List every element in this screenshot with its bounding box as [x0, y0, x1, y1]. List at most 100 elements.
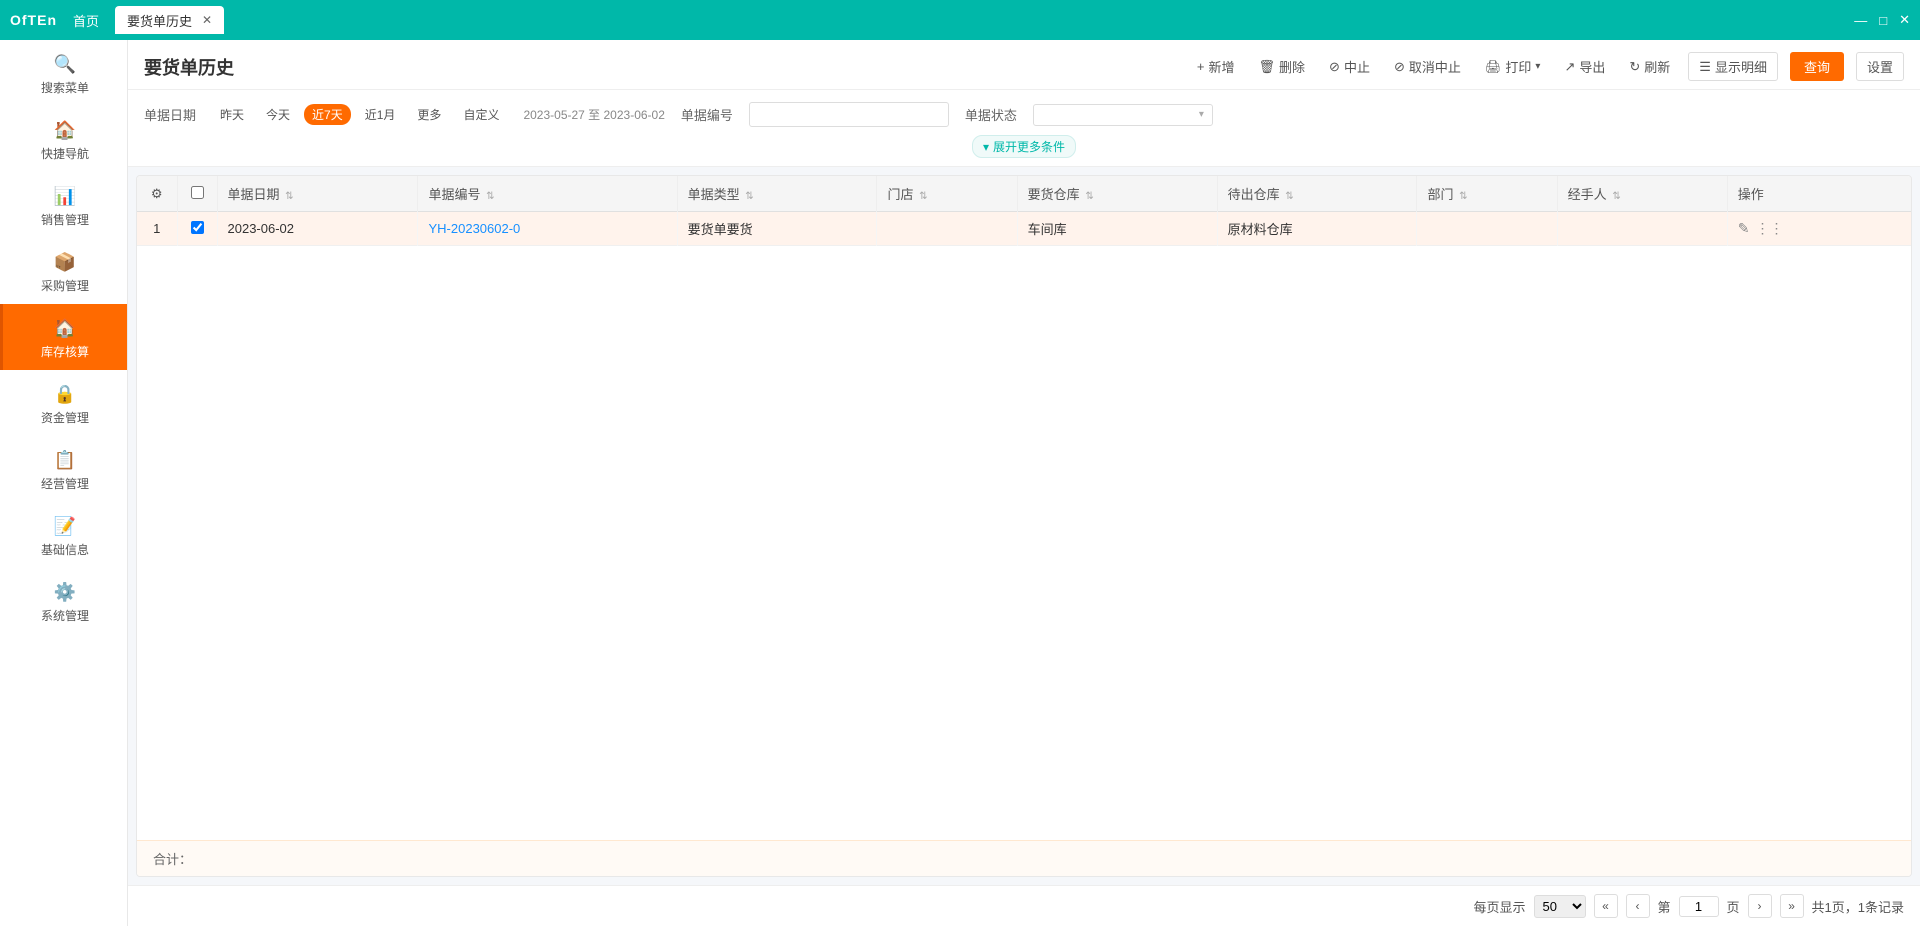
content-area: 要货单历史 + 新增 🗑 删除 ⊘ 中止 ⊘ 取消中止 — [128, 40, 1920, 926]
sidebar-label-inventory: 库存核算 — [41, 343, 89, 360]
docno-col-header: 单据编号 ⇅ — [418, 176, 677, 212]
brand-logo: OfTEn — [10, 12, 57, 28]
show-detail-icon: ☰ — [1699, 59, 1711, 75]
row-dept-cell — [1417, 212, 1557, 246]
export-icon: ↗ — [1564, 59, 1575, 75]
sidebar-item-finance[interactable]: 🔒 资金管理 — [0, 370, 127, 436]
show-detail-label: 显示明细 — [1715, 57, 1767, 76]
prev-page-button[interactable]: ‹ — [1626, 894, 1650, 918]
last-page-button[interactable]: » — [1780, 894, 1804, 918]
export-button[interactable]: ↗ 导出 — [1558, 53, 1611, 80]
stop-label: 中止 — [1344, 57, 1370, 76]
expand-conditions-button[interactable]: ▾ 展开更多条件 — [972, 135, 1076, 158]
row-more-icon[interactable]: ⋮⋮ — [1755, 220, 1783, 237]
filter-area: 单据日期 昨天 今天 近7天 近1月 更多 自定义 2023-05-27 至 2… — [128, 90, 1920, 167]
docno-sort-icon[interactable]: ⇅ — [486, 191, 494, 202]
maximize-icon[interactable]: □ — [1879, 13, 1887, 28]
table-row[interactable]: 1 2023-06-02 YH-20230602-0 要货单要货 — [137, 212, 1911, 246]
dept-sort-icon[interactable]: ⇅ — [1459, 191, 1467, 202]
date-pill-today[interactable]: 今天 — [258, 104, 298, 125]
minimize-icon[interactable]: — — [1854, 13, 1867, 28]
date-pill-more[interactable]: 更多 — [409, 104, 449, 125]
req-warehouse-col-label: 要货仓库 — [1028, 187, 1080, 202]
operations-icon: 📋 — [54, 450, 76, 471]
basic-icon: 📝 — [54, 516, 76, 537]
settings-col-header[interactable]: ⚙ — [137, 176, 177, 212]
row-checkbox-cell — [177, 212, 217, 246]
handler-sort-icon[interactable]: ⇅ — [1612, 191, 1620, 202]
sidebar-item-search[interactable]: 🔍 搜索菜单 — [0, 40, 127, 106]
inventory-icon: 🏠 — [54, 318, 76, 339]
cancel-stop-icon: ⊘ — [1394, 59, 1405, 75]
date-range-display: 2023-05-27 至 2023-06-02 — [523, 106, 664, 123]
status-select-placeholder — [1042, 108, 1199, 122]
sidebar-item-purchase[interactable]: 📦 采购管理 — [0, 238, 127, 304]
filter-row-1: 单据日期 昨天 今天 近7天 近1月 更多 自定义 2023-05-27 至 2… — [144, 102, 1904, 127]
stop-button[interactable]: ⊘ 中止 — [1323, 53, 1376, 80]
per-page-select[interactable]: 20 50 100 — [1534, 895, 1586, 918]
top-bar: OfTEn 首页 要货单历史 ✕ — □ ✕ — [0, 0, 1920, 40]
new-button[interactable]: + 新增 — [1191, 53, 1241, 80]
sidebar-item-sales[interactable]: 📊 销售管理 — [0, 172, 127, 238]
print-button[interactable]: 🖨 打印 ▾ — [1479, 53, 1547, 80]
sidebar-item-system[interactable]: ⚙️ 系统管理 — [0, 568, 127, 634]
sidebar-label-shortcuts: 快捷导航 — [41, 145, 89, 162]
sidebar-item-basic[interactable]: 📝 基础信息 — [0, 502, 127, 568]
date-pill-week[interactable]: 近7天 — [304, 104, 351, 125]
print-dropdown-icon: ▾ — [1535, 61, 1540, 72]
sidebar-item-shortcuts[interactable]: 🏠 快捷导航 — [0, 106, 127, 172]
wait-warehouse-sort-icon[interactable]: ⇅ — [1285, 191, 1293, 202]
settings-col-icon: ⚙ — [151, 186, 163, 201]
doctype-sort-icon[interactable]: ⇅ — [745, 191, 753, 202]
select-all-checkbox[interactable] — [191, 186, 204, 199]
finance-icon: 🔒 — [54, 384, 76, 405]
row-date: 2023-06-02 — [228, 221, 295, 236]
toolbar: + 新增 🗑 删除 ⊘ 中止 ⊘ 取消中止 🖨 打印 — [1191, 52, 1904, 81]
row-action-cell: ✎ ⋮⋮ — [1727, 212, 1911, 246]
handler-col-header: 经手人 ⇅ — [1557, 176, 1727, 212]
row-checkbox[interactable] — [191, 221, 204, 234]
query-button[interactable]: 查询 — [1790, 52, 1844, 81]
tab-home[interactable]: 首页 — [61, 6, 111, 34]
status-filter-label: 单据状态 — [965, 105, 1017, 124]
first-page-icon: « — [1602, 899, 1609, 913]
settings-label: 设置 — [1867, 57, 1893, 76]
next-page-button[interactable]: › — [1748, 894, 1772, 918]
print-icon: 🖨 — [1485, 59, 1502, 75]
close-window-icon[interactable]: ✕ — [1899, 12, 1910, 28]
store-sort-icon[interactable]: ⇅ — [919, 191, 927, 202]
tab-yaohuodan[interactable]: 要货单历史 ✕ — [115, 6, 224, 34]
row-docno-link[interactable]: YH-20230602-0 — [428, 221, 520, 236]
data-table: ⚙ 单据日期 ⇅ 单据编号 ⇅ — [137, 176, 1911, 246]
table-header: ⚙ 单据日期 ⇅ 单据编号 ⇅ — [137, 176, 1911, 212]
page-number-input[interactable] — [1679, 896, 1719, 917]
export-label: 导出 — [1579, 57, 1605, 76]
date-pill-month[interactable]: 近1月 — [357, 104, 404, 125]
tab-close-icon[interactable]: ✕ — [202, 13, 212, 27]
first-page-button[interactable]: « — [1594, 894, 1618, 918]
status-filter-select[interactable]: ▾ — [1033, 104, 1213, 126]
req-warehouse-sort-icon[interactable]: ⇅ — [1085, 191, 1093, 202]
delete-button[interactable]: 🗑 删除 — [1253, 53, 1312, 80]
delete-label: 删除 — [1279, 57, 1305, 76]
expand-row: ▾ 展开更多条件 — [144, 135, 1904, 158]
date-sort-icon[interactable]: ⇅ — [285, 191, 293, 202]
action-col-header: 操作 — [1727, 176, 1911, 212]
sidebar-item-operations[interactable]: 📋 经营管理 — [0, 436, 127, 502]
page-header: 要货单历史 + 新增 🗑 删除 ⊘ 中止 ⊘ 取消中止 — [128, 40, 1920, 90]
refresh-button[interactable]: ↻ 刷新 — [1623, 53, 1676, 80]
show-detail-button[interactable]: ☰ 显示明细 — [1688, 52, 1778, 81]
total-info: 共1页，1条记录 — [1812, 897, 1904, 916]
date-pill-custom[interactable]: 自定义 — [455, 104, 507, 125]
date-pill-yesterday[interactable]: 昨天 — [212, 104, 252, 125]
table-body: 1 2023-06-02 YH-20230602-0 要货单要货 — [137, 212, 1911, 246]
row-edit-icon[interactable]: ✎ — [1738, 220, 1750, 237]
page-label: 第 — [1658, 897, 1671, 916]
per-page-label: 每页显示 — [1473, 897, 1525, 916]
settings-button[interactable]: 设置 — [1856, 52, 1904, 81]
cancel-stop-button[interactable]: ⊘ 取消中止 — [1388, 53, 1467, 80]
sidebar-label-purchase: 采购管理 — [41, 277, 89, 294]
sidebar-item-inventory[interactable]: 🏠 库存核算 — [0, 304, 127, 370]
expand-label: 展开更多条件 — [993, 138, 1065, 155]
docno-filter-input[interactable] — [749, 102, 949, 127]
